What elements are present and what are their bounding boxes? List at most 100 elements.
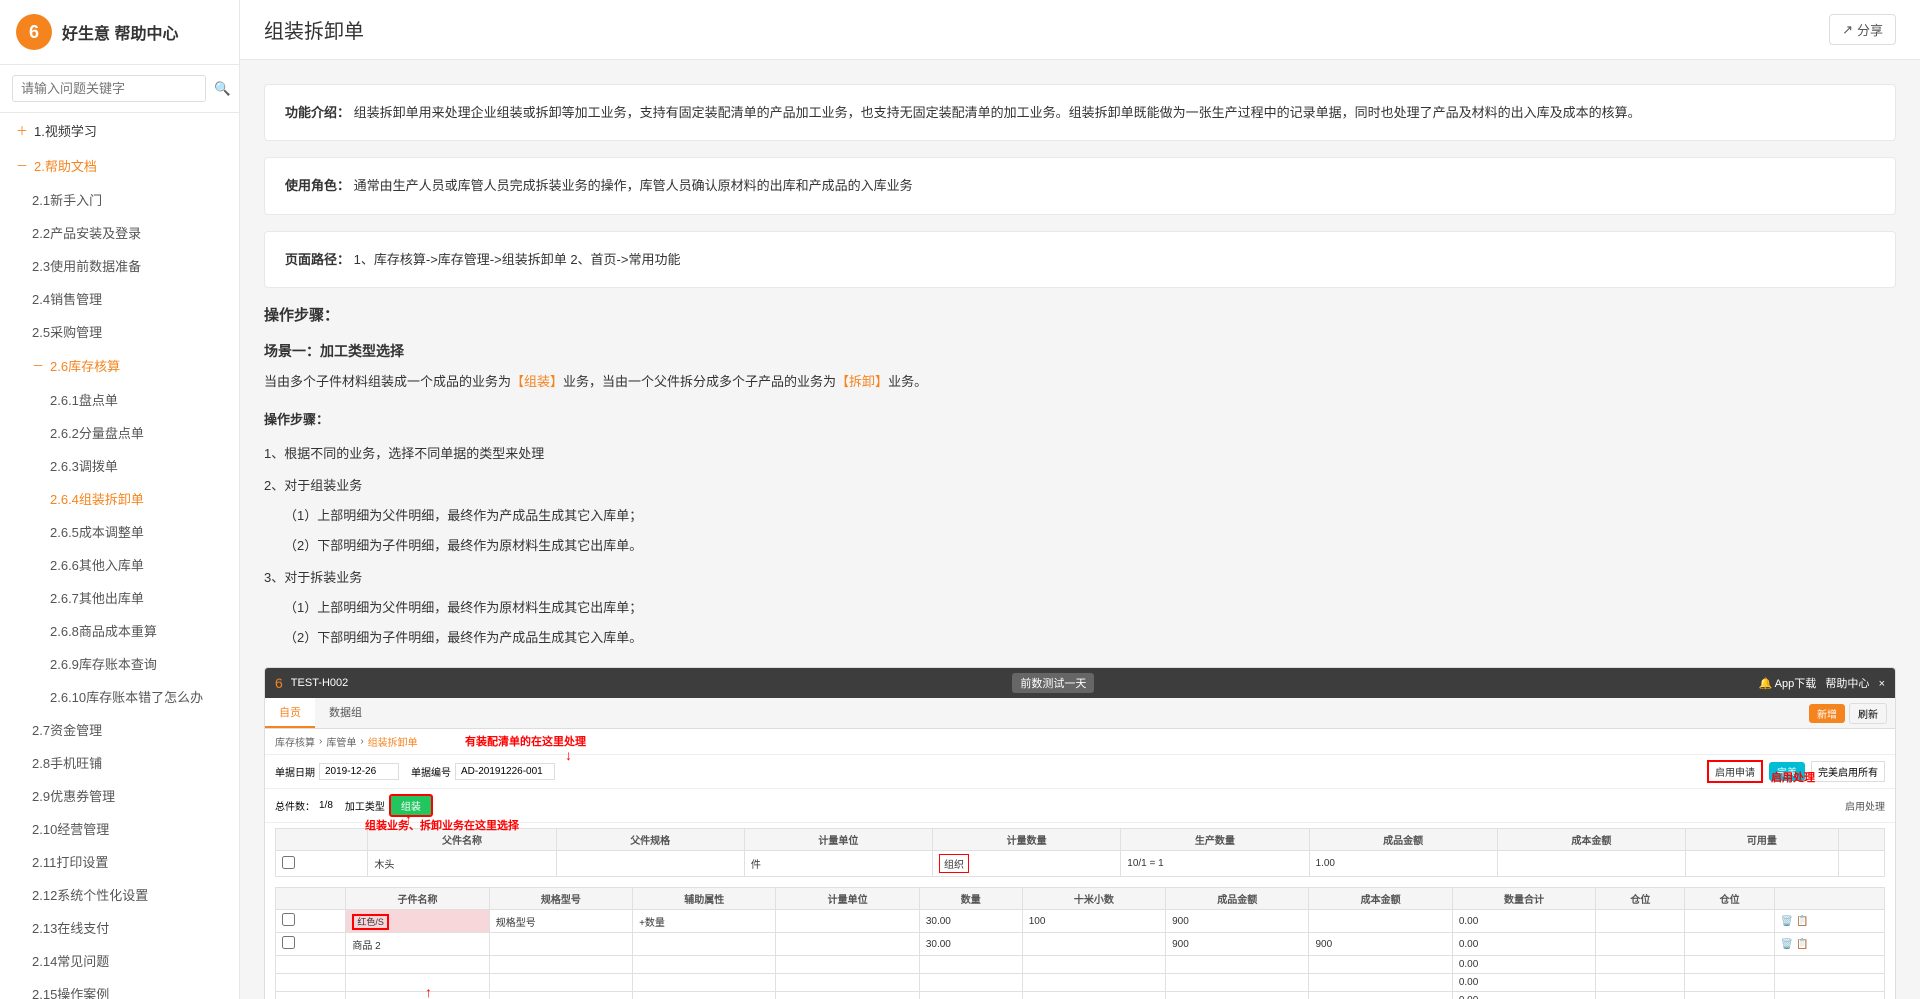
search-button[interactable]: 🔍 bbox=[210, 77, 235, 101]
date-input[interactable] bbox=[319, 763, 399, 780]
child-check-2[interactable] bbox=[282, 936, 295, 949]
app-tab-actions: 新增 刷新 bbox=[376, 698, 1895, 728]
sidebar-item-sales[interactable]: 2.4销售管理 bbox=[0, 282, 239, 315]
app-new-btn[interactable]: 新增 bbox=[1809, 704, 1845, 723]
apply-btn[interactable]: 启用申请 bbox=[1707, 760, 1763, 783]
annotation-type: 组装业务、拆卸业务在这里选择 bbox=[365, 817, 519, 833]
app-refresh-btn[interactable]: 刷新 bbox=[1849, 703, 1887, 724]
sidebar-item-stock-check[interactable]: 2.6.9库存账本查询 bbox=[0, 647, 239, 680]
process-label: 启用处理 bbox=[1845, 798, 1885, 813]
child-col-loc2: 仓位 bbox=[1685, 888, 1774, 910]
sidebar-header: 6 好生意 帮助中心 bbox=[0, 0, 239, 65]
logo-icon: 6 bbox=[16, 14, 52, 50]
sidebar-item-operations[interactable]: 2.10经营管理 bbox=[0, 812, 239, 845]
row-unit: 件 bbox=[744, 851, 932, 877]
col-prod-qty: 生产数量 bbox=[1121, 829, 1309, 851]
sidebar-item-adjust[interactable]: 2.6.3调拨单 bbox=[0, 449, 239, 482]
child-sub-qty-1: 100 bbox=[1022, 910, 1165, 933]
sidebar-item-other-out[interactable]: 2.6.7其他出库单 bbox=[0, 581, 239, 614]
child-row-5: 0.00 bbox=[276, 992, 1885, 999]
row-checkbox[interactable] bbox=[282, 856, 295, 869]
child-total-2: 0.00 bbox=[1452, 933, 1595, 956]
sidebar-item-count[interactable]: 2.6.1盘点单 bbox=[0, 383, 239, 416]
col-cost-amt: 成本金额 bbox=[1497, 829, 1685, 851]
row-prod-amt: 1.00 bbox=[1309, 851, 1497, 877]
sidebar-item-error[interactable]: 2.6.10库存账本错了怎么办 bbox=[0, 680, 239, 713]
child-attr-1: +数量 bbox=[633, 910, 776, 933]
sidebar-item-other-in[interactable]: 2.6.6其他入库单 bbox=[0, 548, 239, 581]
sidebar-item-install[interactable]: 2.2产品安装及登录 bbox=[0, 216, 239, 249]
row-qty: 组织 bbox=[933, 851, 1121, 877]
intro-text: 组装拆卸单用来处理企业组装或拆卸等加工业务，支持有固定装配清单的产品加工业务，也… bbox=[354, 105, 1641, 120]
logo-text: 好生意 帮助中心 bbox=[62, 20, 178, 44]
nav-sub-inventory: 2.6.1盘点单 2.6.2分量盘点单 2.6.3调拨单 2.6.4组装拆卸单 … bbox=[0, 383, 239, 713]
sidebar-item-inventory[interactable]: － 2.6库存核算 bbox=[0, 348, 239, 383]
sidebar-item-finance[interactable]: 2.7资金管理 bbox=[0, 713, 239, 746]
sidebar-item-docs[interactable]: － 2.帮助文档 bbox=[0, 148, 239, 183]
col-avail: 可用量 bbox=[1685, 829, 1838, 851]
col-check bbox=[276, 829, 368, 851]
number-input[interactable] bbox=[455, 763, 555, 780]
row-avail bbox=[1685, 851, 1838, 877]
child-table: 子件名称 规格型号 辅助属性 计量单位 数量 十米小数 成品金额 成本金额 数量… bbox=[275, 887, 1885, 999]
role-text: 通常由生产人员或库管人员完成拆装业务的操作，库管人员确认原材料的出库和产成品的入… bbox=[354, 178, 913, 193]
sidebar-item-custom[interactable]: 2.12系统个性化设置 bbox=[0, 878, 239, 911]
child-col-act bbox=[1774, 888, 1884, 910]
col-prod-amt: 成品金额 bbox=[1309, 829, 1497, 851]
child-col-attr: 辅助属性 bbox=[633, 888, 776, 910]
app-icons: 🔔 App下载 帮助中心 × bbox=[1759, 675, 1885, 691]
child-col-name: 子件名称 bbox=[346, 888, 489, 910]
role-block: 使用角色： 通常由生产人员或库管人员完成拆装业务的操作，库管人员确认原材料的出库… bbox=[264, 157, 1896, 214]
sidebar-item-video[interactable]: ＋ 1.视频学习 bbox=[0, 113, 239, 148]
minus-icon-inventory: － bbox=[32, 357, 44, 374]
screenshot-container: 6 TEST-H002 前数测试一天 🔔 App下载 帮助中心 × 自贡 数据组… bbox=[264, 667, 1896, 999]
row-check bbox=[276, 851, 368, 877]
sidebar-item-mobile[interactable]: 2.8手机旺铺 bbox=[0, 746, 239, 779]
child-prod-2: 900 bbox=[1166, 933, 1309, 956]
sidebar-item-assembly[interactable]: 2.6.4组装拆卸单 bbox=[0, 482, 239, 515]
field-number: 单据编号 bbox=[411, 763, 555, 780]
child-col-unit: 计量单位 bbox=[776, 888, 919, 910]
confirm2-btn[interactable]: 完美启用所有 bbox=[1811, 761, 1885, 782]
sidebar-item-newbie[interactable]: 2.1新手入门 bbox=[0, 183, 239, 216]
content-area: 功能介绍： 组装拆卸单用来处理企业组装或拆卸等加工业务，支持有固定装配清单的产品… bbox=[240, 60, 1920, 999]
screenshot-inner: 6 TEST-H002 前数测试一天 🔔 App下载 帮助中心 × 自贡 数据组… bbox=[265, 668, 1895, 999]
app-tab-active[interactable]: 自贡 bbox=[265, 698, 315, 728]
app-tab-data[interactable]: 数据组 bbox=[315, 698, 376, 728]
qty-value: 组织 bbox=[939, 854, 969, 873]
main-content: 组装拆卸单 ↗ 分享 功能介绍： 组装拆卸单用来处理企业组装或拆卸等加工业务，支… bbox=[240, 0, 1920, 999]
sidebar-item-split-count[interactable]: 2.6.2分量盘点单 bbox=[0, 416, 239, 449]
child-col-total: 数量合计 bbox=[1452, 888, 1595, 910]
intro-label: 功能介绍： bbox=[285, 105, 350, 120]
app-doc-fields: 单据日期 单据编号 有装配清单的在这里处理 ↓ 启用申请 完美 bbox=[265, 755, 1895, 789]
sidebar-item-print[interactable]: 2.11打印设置 bbox=[0, 845, 239, 878]
col-unit: 计量单位 bbox=[744, 829, 932, 851]
child-qty-2: 30.00 bbox=[919, 933, 1022, 956]
sidebar-item-faq[interactable]: 2.14常见问题 bbox=[0, 944, 239, 977]
app-topbar: 6 TEST-H002 前数测试一天 🔔 App下载 帮助中心 × bbox=[265, 668, 1895, 698]
scene1-title: 场景一：加工类型选择 bbox=[264, 341, 1896, 361]
child-check-1[interactable] bbox=[282, 913, 295, 926]
role-label: 使用角色： bbox=[285, 178, 350, 193]
child-row-4: 0.00 bbox=[276, 974, 1885, 992]
page-title: 组装拆卸单 bbox=[264, 15, 364, 44]
col-qty: 计量数量 bbox=[933, 829, 1121, 851]
sidebar-item-purchase[interactable]: 2.5采购管理 bbox=[0, 315, 239, 348]
child-table-section: 子件名称 规格型号 辅助属性 计量单位 数量 十米小数 成品金额 成本金额 数量… bbox=[265, 882, 1895, 999]
child-name-1: 红色/S bbox=[346, 910, 489, 933]
sidebar: 6 好生意 帮助中心 🔍 ＋ 1.视频学习 － 2.帮助文档 2.1新手入门 2… bbox=[0, 0, 240, 999]
minus-icon: － bbox=[16, 157, 28, 174]
sidebar-item-cases[interactable]: 2.15操作案例 bbox=[0, 977, 239, 999]
child-row-1: 红色/S 规格型号 +数量 30.00 100 900 0.00 bbox=[276, 910, 1885, 933]
sidebar-item-cost-recalc[interactable]: 2.6.8商品成本重算 bbox=[0, 614, 239, 647]
search-input[interactable] bbox=[12, 75, 206, 102]
sidebar-item-voucher[interactable]: 2.9优惠券管理 bbox=[0, 779, 239, 812]
sidebar-item-prepare[interactable]: 2.3使用前数据准备 bbox=[0, 249, 239, 282]
app-test-label: TEST-H002 bbox=[291, 677, 348, 689]
path-block: 页面路径： 1、库存核算->库存管理->组装拆卸单 2、首页->常用功能 bbox=[264, 231, 1896, 288]
share-button[interactable]: ↗ 分享 bbox=[1829, 14, 1896, 45]
child-cost-2: 900 bbox=[1309, 933, 1452, 956]
sidebar-item-cost-adjust[interactable]: 2.6.5成本调整单 bbox=[0, 515, 239, 548]
child-qty-1: 30.00 bbox=[919, 910, 1022, 933]
sidebar-item-payment[interactable]: 2.13在线支付 bbox=[0, 911, 239, 944]
